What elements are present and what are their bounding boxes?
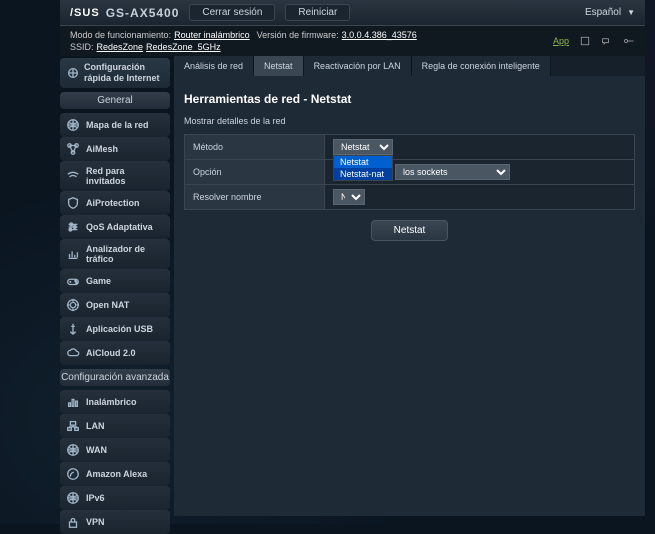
sidebar-item-label: WAN — [86, 445, 107, 455]
option-select-2[interactable]: los sockets — [395, 164, 510, 180]
fw-link[interactable]: 3.0.0.4.386_43576 — [342, 30, 417, 40]
sidebar-item-aplicaci-n-usb[interactable]: Aplicación USB — [60, 317, 170, 341]
sidebar-item-label: Mapa de la red — [86, 120, 149, 130]
sidebar-item-label: Inalámbrico — [86, 397, 137, 407]
reboot-button[interactable]: Reiniciar — [285, 4, 350, 21]
section-advanced: Configuración avanzada — [60, 369, 170, 386]
sidebar-item-label: Game — [86, 276, 111, 286]
sidebar-item-label: VPN — [86, 517, 105, 527]
sidebar-item-label: LAN — [86, 421, 105, 431]
netstat-submit-button[interactable]: Netstat — [371, 220, 449, 241]
brand-logo: /SUS — [70, 7, 100, 19]
method-option-netstat-nat[interactable]: Netstat-nat — [334, 168, 392, 180]
section-general: General — [60, 92, 170, 109]
header-bar: /SUS GS-AX5400 Cerrar sesión Reiniciar E… — [60, 0, 645, 26]
tab-netstat[interactable]: Netstat — [254, 56, 304, 76]
globe-icon — [66, 118, 80, 132]
mode-link[interactable]: Router inalámbrico — [174, 30, 250, 40]
ssid-label: SSID: — [70, 42, 94, 52]
tabs: Análisis de red Netstat Reactivación por… — [174, 56, 645, 76]
sidebar-item-aicloud-2-0[interactable]: AiCloud 2.0 — [60, 341, 170, 365]
gamepad-icon — [66, 274, 80, 288]
wifi-icon — [66, 169, 80, 183]
quick-setup-button[interactable]: Configuración rápida de Internet — [60, 58, 170, 88]
sidebar-item-game[interactable]: Game — [60, 269, 170, 293]
sidebar-item-label: AiCloud 2.0 — [86, 348, 136, 358]
sidebar-item-amazon-alexa[interactable]: Amazon Alexa — [60, 462, 170, 486]
sidebar-item-label: Analizador de tráfico — [86, 244, 164, 264]
resolve-label: Resolver nombre — [185, 185, 325, 210]
model-name: GS-AX5400 — [106, 6, 180, 20]
panel-subtitle: Mostrar detalles de la red — [184, 116, 635, 134]
sidebar-item-ipv6[interactable]: IPv6 — [60, 486, 170, 510]
info-bar: Modo de funcionamiento: Router inalámbri… — [60, 26, 645, 56]
tab-network-analysis[interactable]: Análisis de red — [174, 56, 254, 76]
method-option-netstat[interactable]: Netstat — [334, 156, 392, 168]
globe-icon — [66, 443, 80, 457]
lock-icon — [66, 515, 80, 529]
sidebar-item-mapa-de-la-red[interactable]: Mapa de la red — [60, 113, 170, 137]
chart-icon — [66, 247, 80, 261]
option-label: Opción — [185, 160, 325, 185]
language-selector[interactable]: Español ▼ — [585, 7, 635, 18]
netstat-form: Método Netstat Netstat Netstat-nat — [184, 134, 635, 210]
sidebar-item-label: Aplicación USB — [86, 324, 153, 334]
usb-icon — [66, 322, 80, 336]
method-label: Método — [185, 135, 325, 160]
ssid1-link[interactable]: RedesZone — [97, 42, 144, 52]
sidebar-item-label: IPv6 — [86, 493, 105, 503]
panel-title: Herramientas de red - Netstat — [184, 86, 635, 116]
sidebar: Configuración rápida de Internet General… — [60, 56, 170, 534]
feedback-icon[interactable] — [601, 35, 613, 47]
sidebar-item-label: QoS Adaptativa — [86, 222, 153, 232]
sidebar-item-label: Amazon Alexa — [86, 469, 147, 479]
chevron-down-icon: ▼ — [627, 8, 635, 17]
gear-globe-icon — [66, 66, 80, 80]
method-dropdown-list: Netstat Netstat-nat — [333, 155, 393, 181]
sidebar-item-lan[interactable]: LAN — [60, 414, 170, 438]
tab-wol[interactable]: Reactivación por LAN — [304, 56, 412, 76]
globe-icon — [66, 491, 80, 505]
sidebar-item-label: AiProtection — [86, 198, 140, 208]
logout-button[interactable]: Cerrar sesión — [189, 4, 275, 21]
sidebar-item-qos-adaptativa[interactable]: QoS Adaptativa — [60, 215, 170, 239]
signal-icon — [66, 395, 80, 409]
lan-icon — [66, 419, 80, 433]
shield-icon — [66, 196, 80, 210]
resolve-select[interactable]: No — [333, 189, 365, 205]
target-icon — [66, 298, 80, 312]
sidebar-item-label: Open NAT — [86, 300, 129, 310]
sidebar-item-analizador-de-tr-fico[interactable]: Analizador de tráfico — [60, 239, 170, 269]
notification-icon[interactable] — [579, 35, 591, 47]
sidebar-item-wan[interactable]: WAN — [60, 438, 170, 462]
method-select[interactable]: Netstat — [333, 139, 393, 155]
sidebar-item-aiprotection[interactable]: AiProtection — [60, 191, 170, 215]
sidebar-item-aimesh[interactable]: AiMesh — [60, 137, 170, 161]
sliders-icon — [66, 220, 80, 234]
ssid2-link[interactable]: RedesZone_5GHz — [146, 42, 221, 52]
alexa-icon — [66, 467, 80, 481]
sidebar-item-label: AiMesh — [86, 144, 118, 154]
tab-smart-connect[interactable]: Regla de conexión inteligente — [412, 56, 551, 76]
main-content: Análisis de red Netstat Reactivación por… — [170, 56, 645, 534]
language-label: Español — [585, 7, 621, 18]
fw-label: Versión de firmware: — [257, 30, 339, 40]
usb-icon[interactable] — [623, 35, 635, 47]
sidebar-item-inal-mbrico[interactable]: Inalámbrico — [60, 390, 170, 414]
sidebar-item-label: Red para invitados — [86, 166, 164, 186]
mode-label: Modo de funcionamiento: — [70, 30, 171, 40]
sidebar-item-red-para-invitados[interactable]: Red para invitados — [60, 161, 170, 191]
mesh-icon — [66, 142, 80, 156]
app-link[interactable]: App — [553, 36, 569, 46]
sidebar-item-vpn[interactable]: VPN — [60, 510, 170, 534]
sidebar-item-open-nat[interactable]: Open NAT — [60, 293, 170, 317]
cloud-icon — [66, 346, 80, 360]
quick-setup-label: Configuración rápida de Internet — [84, 62, 164, 84]
